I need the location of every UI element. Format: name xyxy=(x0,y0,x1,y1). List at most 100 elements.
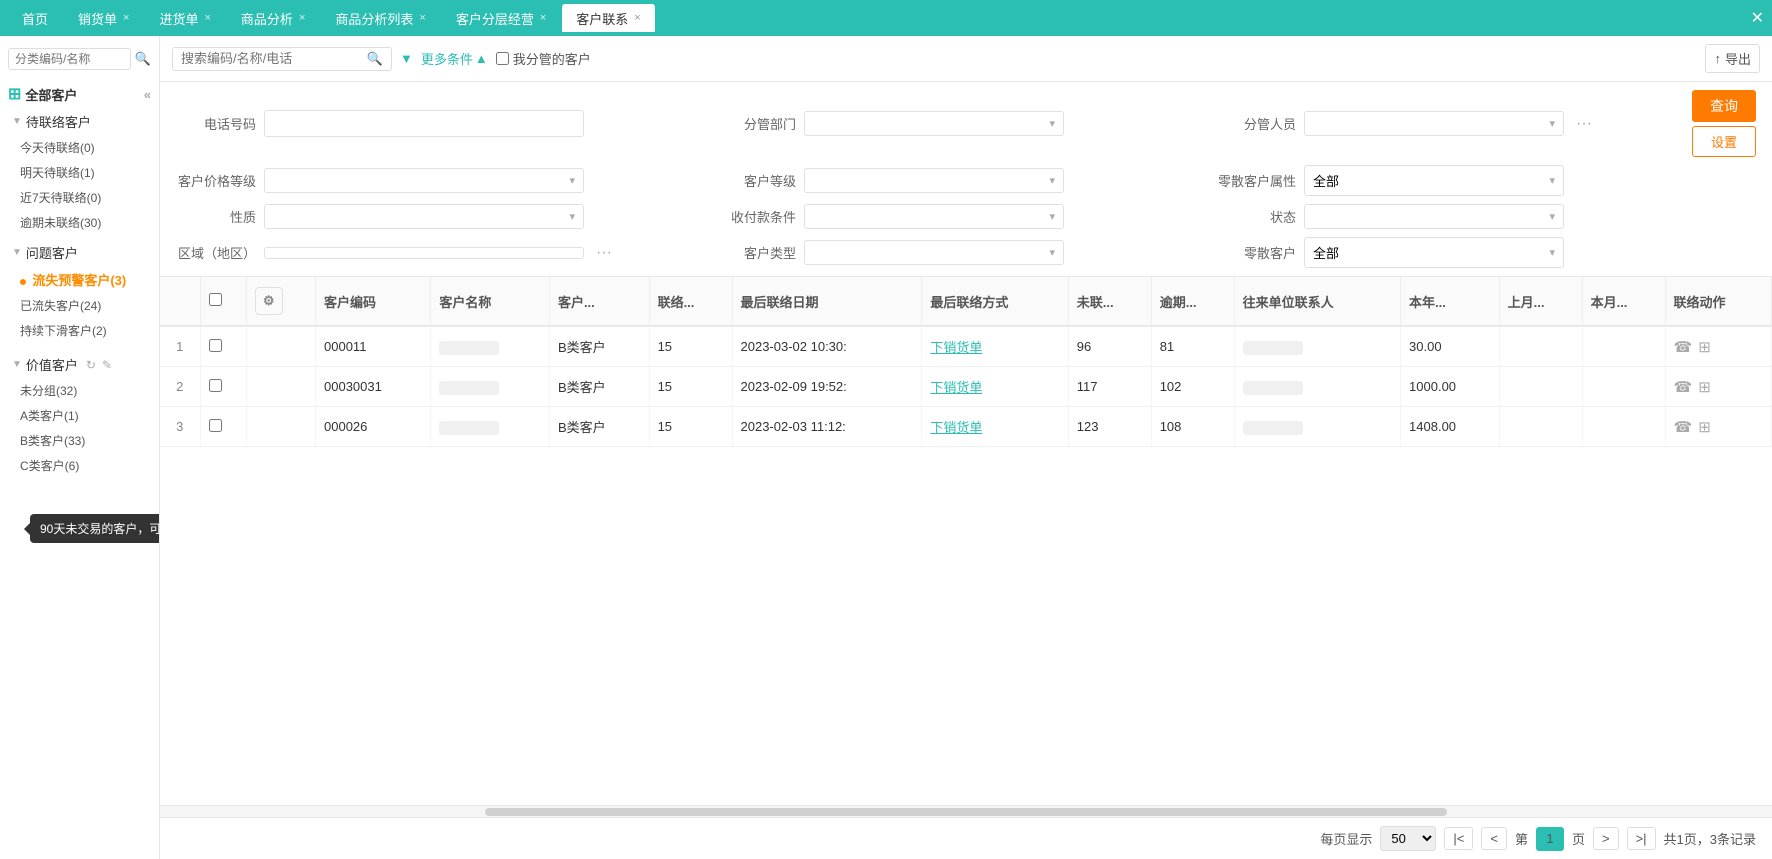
next-page-btn[interactable]: > xyxy=(1593,827,1619,850)
toolbar-search-icon[interactable]: 🔍 xyxy=(367,51,383,67)
last-page-btn[interactable]: >| xyxy=(1627,827,1656,850)
row-checkbox-0[interactable] xyxy=(209,339,222,352)
customer-level-select[interactable]: ▾ xyxy=(804,168,1064,193)
refresh-icon[interactable]: ↻ xyxy=(86,358,96,372)
region-select[interactable] xyxy=(264,247,584,259)
pending-contact-group-title[interactable]: ▼ 待联络客户 xyxy=(0,108,159,135)
window-close-icon[interactable]: ✕ xyxy=(1751,8,1764,28)
blurred-name xyxy=(439,381,499,395)
price-level-select[interactable]: ▾ xyxy=(264,168,584,193)
last-method-link[interactable]: 下销货单 xyxy=(930,420,982,435)
last-method-link[interactable]: 下销货单 xyxy=(930,340,982,355)
gender-select[interactable]: ▾ xyxy=(264,204,584,229)
zero-retail-select[interactable]: 全部 ▾ xyxy=(1304,237,1564,268)
churn-warning-label: 流失预警客户(3) xyxy=(32,273,126,288)
settings-button[interactable]: 设置 xyxy=(1692,126,1756,157)
sidebar-search-input[interactable] xyxy=(8,48,131,70)
cell-checkbox[interactable] xyxy=(200,407,246,447)
toolbar-search-input[interactable] xyxy=(181,51,361,66)
more-action-icon-0[interactable]: ⊞ xyxy=(1698,338,1711,356)
sidebar-item-7days[interactable]: 近7天待联络(0) xyxy=(0,185,159,210)
tab-customer-layer-close[interactable]: × xyxy=(540,12,546,24)
query-button[interactable]: 查询 xyxy=(1692,90,1756,122)
problem-customer-group-title[interactable]: ▼ 问题客户 xyxy=(0,239,159,266)
tab-purchase-close[interactable]: × xyxy=(204,12,210,24)
all-customers-title[interactable]: ⊞ 全部客户 « xyxy=(0,80,159,108)
sidebar-item-overdue[interactable]: 逾期未联络(30) xyxy=(0,210,159,235)
last-method-link[interactable]: 下销货单 xyxy=(930,380,982,395)
col-settings[interactable]: ⚙ xyxy=(246,277,315,326)
contact-action-icon-1[interactable]: ☎ xyxy=(1674,378,1693,396)
blurred-contacts xyxy=(1243,341,1303,355)
more-conditions-btn[interactable]: 更多条件 ▲ xyxy=(421,49,488,68)
table-settings-icon[interactable]: ⚙ xyxy=(255,287,283,315)
sidebar-item-today[interactable]: 今天待联络(0) xyxy=(0,135,159,160)
problem-customer-label: 问题客户 xyxy=(26,243,78,262)
select-all-checkbox[interactable] xyxy=(209,293,222,306)
person-dots[interactable]: ··· xyxy=(1572,115,1596,133)
first-page-btn[interactable]: |< xyxy=(1444,827,1473,850)
customer-type-arrow: ▾ xyxy=(1049,246,1055,259)
edit-icon[interactable]: ✎ xyxy=(102,358,112,372)
sidebar-item-tomorrow[interactable]: 明天待联络(1) xyxy=(0,160,159,185)
status-select[interactable]: ▾ xyxy=(1304,204,1564,229)
phone-input[interactable] xyxy=(264,110,584,137)
my-customers-checkbox[interactable] xyxy=(496,52,509,65)
tab-analysis[interactable]: 商品分析 × xyxy=(227,4,319,32)
prev-page-btn[interactable]: < xyxy=(1481,827,1507,850)
more-action-icon-1[interactable]: ⊞ xyxy=(1698,378,1711,396)
cell-checkbox[interactable] xyxy=(200,326,246,367)
col-last-contact-date: 最后联络日期 xyxy=(732,277,922,326)
cell-actions: ☎ ⊞ xyxy=(1665,367,1771,407)
sidebar-item-b-type[interactable]: B类客户(33) xyxy=(0,428,159,453)
tab-analysis-close[interactable]: × xyxy=(299,12,305,24)
tab-purchase[interactable]: 进货单 × xyxy=(145,4,224,32)
region-dots[interactable]: ··· xyxy=(592,244,616,262)
more-action-icon-2[interactable]: ⊞ xyxy=(1698,418,1711,436)
cell-checkbox[interactable] xyxy=(200,367,246,407)
filter-customer-type: 客户类型 ▾ xyxy=(716,240,1176,265)
export-btn[interactable]: ↑ 导出 xyxy=(1705,44,1760,73)
tab-customer-layer[interactable]: 客户分层经营 × xyxy=(442,4,560,32)
total-info: 共1页，3条记录 xyxy=(1664,829,1756,848)
sidebar-item-ungroup[interactable]: 未分组(32) xyxy=(0,378,159,403)
churn-tooltip: 90天未交易的客户，可能有流失风险。 xyxy=(30,514,160,543)
tab-analysis-list-close[interactable]: × xyxy=(419,12,425,24)
sidebar-item-a-type[interactable]: A类客户(1) xyxy=(0,403,159,428)
tab-home[interactable]: 首页 xyxy=(8,4,62,32)
sidebar-item-c-type[interactable]: C类客户(6) xyxy=(0,453,159,478)
tab-customer-contact-close[interactable]: × xyxy=(634,12,640,24)
contact-action-icon-0[interactable]: ☎ xyxy=(1674,338,1693,356)
per-page-select[interactable]: 50 100 200 xyxy=(1380,826,1436,851)
horizontal-scrollbar[interactable] xyxy=(160,805,1772,817)
sidebar-item-churn-warning[interactable]: 流失预警客户(3) xyxy=(0,266,159,293)
contact-action-icon-2[interactable]: ☎ xyxy=(1674,418,1693,436)
tab-sales-close[interactable]: × xyxy=(123,12,129,24)
sidebar-item-churned[interactable]: 已流失客户(24) xyxy=(0,293,159,318)
filter-row-1: 电话号码 分管部门 ▾ 分管人员 ▾ xyxy=(176,90,1756,157)
payment-select[interactable]: ▾ xyxy=(804,204,1064,229)
dept-select[interactable]: ▾ xyxy=(804,111,1064,136)
zero-retail-attr-select[interactable]: 全部 ▾ xyxy=(1304,165,1564,196)
filter-row-2: 客户价格等级 ▾ 客户等级 ▾ 零散客户属性 xyxy=(176,165,1756,196)
scrollbar-thumb[interactable] xyxy=(485,808,1447,816)
zero-retail-attr-label: 零散客户属性 xyxy=(1216,171,1296,190)
cell-unit-contacts xyxy=(1234,367,1400,407)
value-customer-group-title[interactable]: ▼ 价值客户 ↻ ✎ xyxy=(0,351,159,378)
sidebar-search-icon[interactable]: 🔍 xyxy=(135,51,151,67)
my-customers-checkbox-label[interactable]: 我分管的客户 xyxy=(496,49,591,68)
person-select[interactable]: ▾ xyxy=(1304,111,1564,136)
row-checkbox-2[interactable] xyxy=(209,419,222,432)
tab-analysis-list[interactable]: 商品分析列表 × xyxy=(321,4,439,32)
filter-row-4: 区域（地区） ··· 客户类型 ▾ 零散客户 xyxy=(176,237,1756,268)
cell-last-method: 下销货单 xyxy=(922,367,1068,407)
customer-type-select[interactable]: ▾ xyxy=(804,240,1064,265)
pending-contact-group: ▼ 待联络客户 今天待联络(0) 明天待联络(1) 近7天待联络(0) 逾期未联… xyxy=(0,108,159,235)
tab-customer-contact[interactable]: 客户联系 × xyxy=(562,4,654,32)
cell-unit-contacts xyxy=(1234,326,1400,367)
payment-arrow: ▾ xyxy=(1049,210,1055,223)
collapse-icon[interactable]: « xyxy=(144,87,151,102)
sidebar-item-declining[interactable]: 持续下滑客户(2) xyxy=(0,318,159,343)
row-checkbox-1[interactable] xyxy=(209,379,222,392)
tab-sales[interactable]: 销货单 × xyxy=(64,4,143,32)
